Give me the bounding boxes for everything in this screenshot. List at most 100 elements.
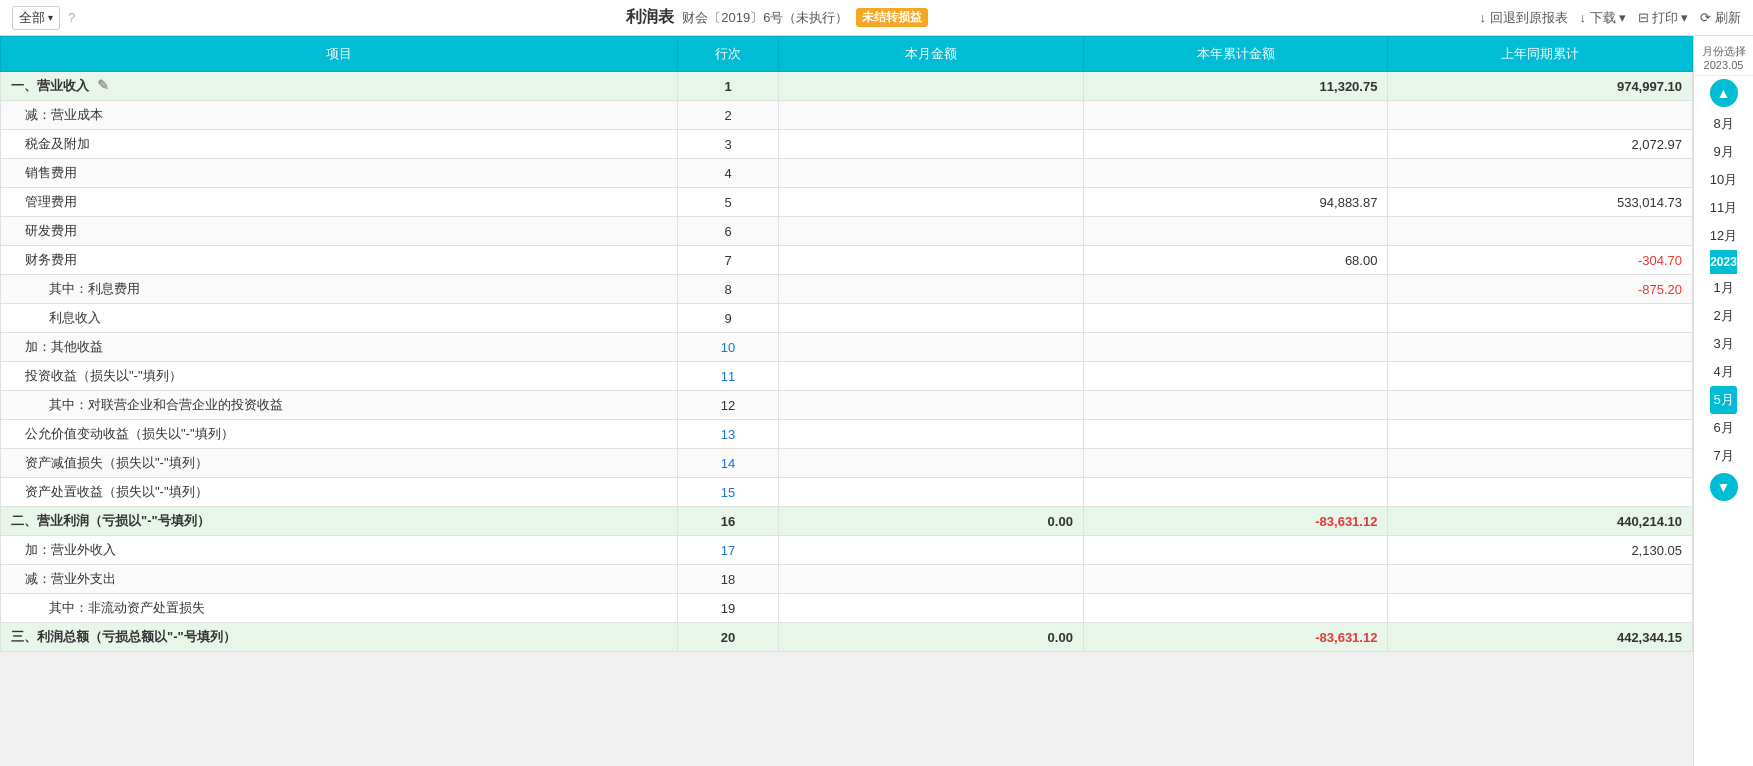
table-row-ytd [1083, 594, 1388, 623]
table-row-ytd [1083, 565, 1388, 594]
table-row-prev [1388, 101, 1693, 130]
table-row-number: 14 [677, 449, 779, 478]
month-nav-down[interactable]: ▼ [1710, 473, 1738, 501]
table-row-month: 0.00 [779, 623, 1084, 652]
table-row-prev [1388, 391, 1693, 420]
table-row-item: 财务费用 [1, 246, 678, 275]
header-row: 行次 [677, 37, 779, 72]
table-row-item: 研发费用 [1, 217, 678, 246]
table-row-ytd [1083, 478, 1388, 507]
report-subtitle: 财会〔2019〕6号（未执行） [682, 9, 848, 27]
table-row-month [779, 101, 1084, 130]
scope-dropdown-arrow: ▾ [48, 12, 53, 23]
table-row-month [779, 130, 1084, 159]
table-row-item: 其中：利息费用 [1, 275, 678, 304]
table-row-month [779, 275, 1084, 304]
table-row-item: 资产处置收益（损失以"-"填列） [1, 478, 678, 507]
table-row-prev [1388, 420, 1693, 449]
table-row-ytd: -83,631.12 [1083, 623, 1388, 652]
refresh-button[interactable]: ⟳ 刷新 [1700, 9, 1741, 27]
table-row-ytd [1083, 130, 1388, 159]
table-row-month [779, 72, 1084, 101]
table-row-item: 资产减值损失（损失以"-"填列） [1, 449, 678, 478]
table-row-ytd: 11,320.75 [1083, 72, 1388, 101]
table-row-prev [1388, 449, 1693, 478]
table-row-item: 税金及附加 [1, 130, 678, 159]
status-badge[interactable]: 未结转损益 [856, 8, 928, 27]
table-row-number: 8 [677, 275, 779, 304]
table-row-item: 加：其他收益 [1, 333, 678, 362]
table-row-item: 公允价值变动收益（损失以"-"填列） [1, 420, 678, 449]
table-row-ytd: -83,631.12 [1083, 507, 1388, 536]
table-row-item: 减：营业外支出 [1, 565, 678, 594]
table-row-prev: 440,214.10 [1388, 507, 1693, 536]
table-row-month [779, 217, 1084, 246]
current-date-label: 2023.05 [1704, 59, 1744, 71]
table-row-ytd [1083, 101, 1388, 130]
table-row-number: 4 [677, 159, 779, 188]
table-row-item: 销售费用 [1, 159, 678, 188]
table-row-number: 3 [677, 130, 779, 159]
header-month: 本月金额 [779, 37, 1084, 72]
download-button[interactable]: ↓ 下载 ▾ [1580, 9, 1626, 27]
month-sidebar: 月份选择2023.05 ▲ 8月9月10月11月12月20231月2月3月4月5… [1693, 36, 1753, 766]
table-row-ytd [1083, 217, 1388, 246]
report-title: 利润表 [626, 7, 674, 28]
table-row-ytd [1083, 159, 1388, 188]
table-row-number: 11 [677, 362, 779, 391]
month-nav-up[interactable]: ▲ [1710, 79, 1738, 107]
table-row-number: 5 [677, 188, 779, 217]
scope-selector[interactable]: 全部 ▾ [12, 6, 60, 30]
print-arrow: ▾ [1681, 10, 1688, 25]
month-item[interactable]: 7月 [1710, 442, 1737, 470]
month-item[interactable]: 11月 [1710, 194, 1737, 222]
month-selector-title: 月份选择2023.05 [1694, 40, 1753, 76]
table-row-number: 17 [677, 536, 779, 565]
table-row-month [779, 449, 1084, 478]
table-row-number: 16 [677, 507, 779, 536]
month-item[interactable]: 2月 [1710, 302, 1737, 330]
month-item[interactable]: 1月 [1710, 274, 1737, 302]
table-row-ytd: 94,883.87 [1083, 188, 1388, 217]
table-row-ytd [1083, 449, 1388, 478]
table-row-prev: 2,130.05 [1388, 536, 1693, 565]
month-item[interactable]: 12月 [1710, 222, 1737, 250]
table-row-month [779, 188, 1084, 217]
table-row-item: 其中：非流动资产处置损失 [1, 594, 678, 623]
month-item[interactable]: 10月 [1710, 166, 1737, 194]
table-row-prev [1388, 594, 1693, 623]
table-row-number: 20 [677, 623, 779, 652]
table-row-prev [1388, 304, 1693, 333]
help-icon[interactable]: ? [68, 10, 75, 25]
table-row-item: 二、营业利润（亏损以"-"号填列） [1, 507, 678, 536]
table-row-number: 9 [677, 304, 779, 333]
table-row-number: 7 [677, 246, 779, 275]
top-bar-right: ↓ 回退到原报表 ↓ 下载 ▾ ⊟ 打印 ▾ ⟳ 刷新 [1479, 9, 1741, 27]
report-table: 项目 行次 本月金额 本年累计金额 上年同期累计 一、营业收入 ✎111,320… [0, 36, 1693, 652]
month-item[interactable]: 3月 [1710, 330, 1737, 358]
edit-icon[interactable]: ✎ [93, 77, 109, 93]
table-row-number: 18 [677, 565, 779, 594]
month-item[interactable]: 4月 [1710, 358, 1737, 386]
header-item: 项目 [1, 37, 678, 72]
table-row-number: 12 [677, 391, 779, 420]
back-button[interactable]: ↓ 回退到原报表 [1479, 9, 1567, 27]
table-row-month [779, 478, 1084, 507]
print-button[interactable]: ⊟ 打印 ▾ [1638, 9, 1689, 27]
top-bar-left: 全部 ▾ ? [12, 6, 75, 30]
table-row-ytd [1083, 362, 1388, 391]
month-item[interactable]: 8月 [1710, 110, 1737, 138]
year-divider: 2023 [1710, 250, 1737, 274]
table-row-ytd [1083, 304, 1388, 333]
table-row-month [779, 420, 1084, 449]
top-bar: 全部 ▾ ? 利润表 财会〔2019〕6号（未执行） 未结转损益 ↓ 回退到原报… [0, 0, 1753, 36]
table-row-ytd [1083, 391, 1388, 420]
table-row-number: 13 [677, 420, 779, 449]
month-item[interactable]: 6月 [1710, 414, 1737, 442]
table-row-item: 减：营业成本 [1, 101, 678, 130]
table-row-number: 10 [677, 333, 779, 362]
table-row-month [779, 159, 1084, 188]
month-item[interactable]: 9月 [1710, 138, 1737, 166]
table-row-month [779, 391, 1084, 420]
month-item[interactable]: 5月 [1710, 386, 1737, 414]
